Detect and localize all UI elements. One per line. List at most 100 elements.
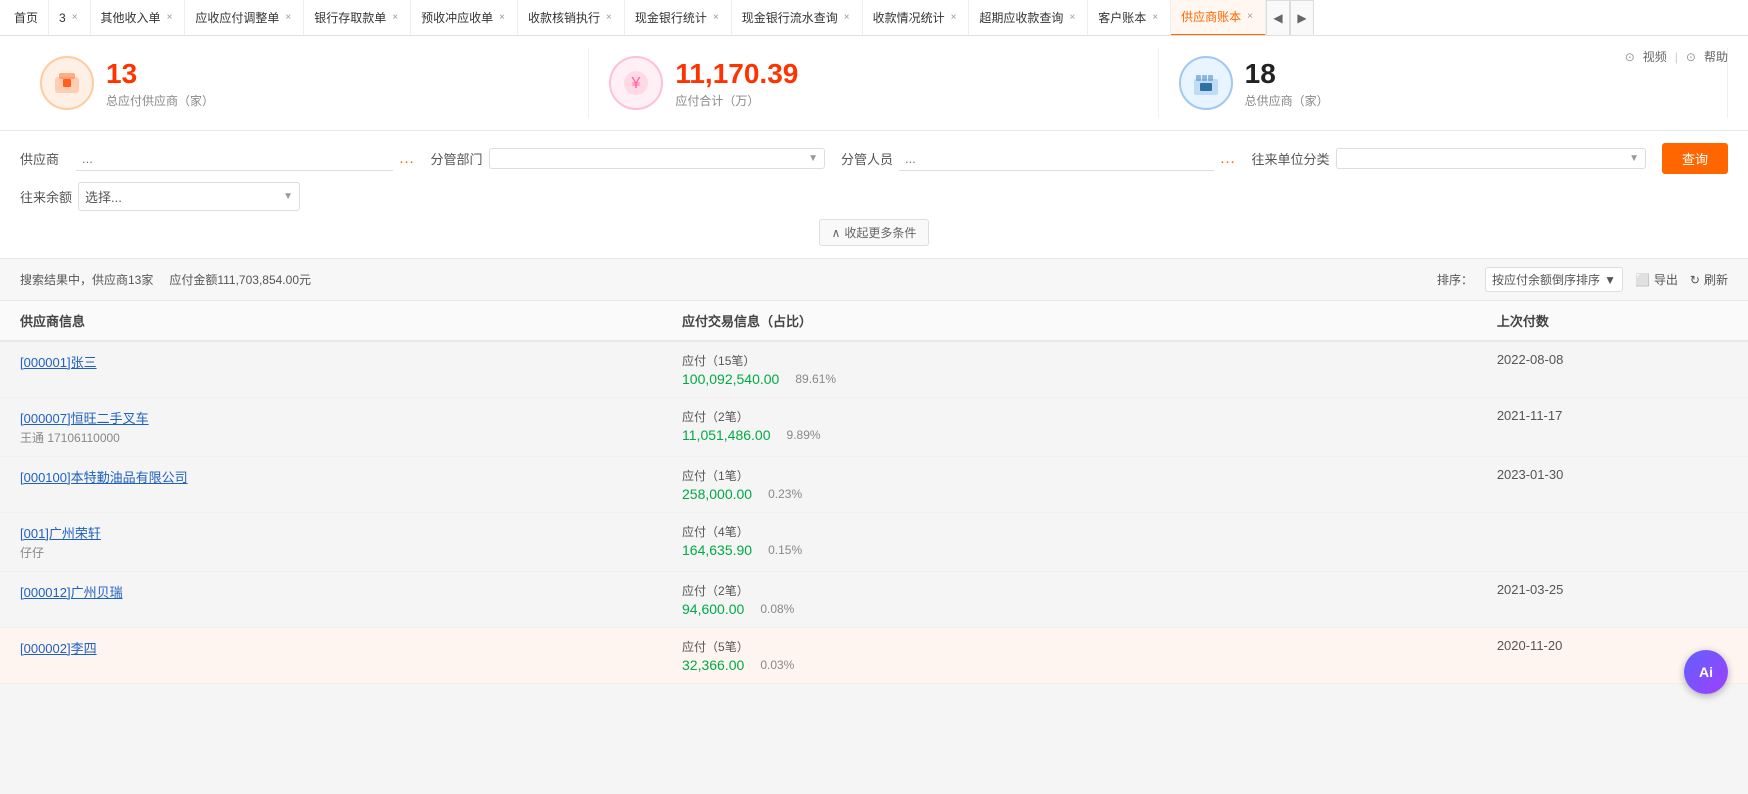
nav-tab-supplier-label: 供应商账本 bbox=[1181, 8, 1241, 25]
top-right-links: ⊙ 视频 | ⊙ 帮助 bbox=[1625, 48, 1728, 65]
nav-tab-advance[interactable]: 预收冲应收单 × bbox=[411, 0, 518, 36]
help-link[interactable]: 帮助 bbox=[1704, 48, 1728, 65]
filter-balance: 往来余额 选择... ▼ bbox=[20, 182, 300, 211]
close-bank-deposit[interactable]: × bbox=[390, 11, 400, 24]
sort-value: 按应付余额倒序排序 bbox=[1492, 271, 1600, 288]
nav-tab-bank-deposit[interactable]: 银行存取款单 × bbox=[304, 0, 411, 36]
supplier-link-row-000100[interactable]: [000100]本特勤油品有限公司 bbox=[20, 470, 188, 485]
table-row: [000100]本特勤油品有限公司应付（1笔）258,000.000.23%20… bbox=[0, 457, 1748, 513]
nav-tab-overdue-label: 超期应收款查询 bbox=[979, 9, 1063, 26]
supplier-info-cell: [000007]恒旺二手叉车王通 17106110000 bbox=[0, 398, 662, 457]
nav-right-arrow[interactable]: ▶ bbox=[1290, 0, 1314, 36]
nav-tab-other-income[interactable]: 其他收入单 × bbox=[91, 0, 186, 36]
nav-tab-supplier[interactable]: 供应商账本 × bbox=[1171, 0, 1266, 36]
filter-row-1: 供应商 … 分管部门 ▼ 分管人员 … 往来单位分类 bbox=[20, 143, 1728, 174]
ai-floating-button[interactable]: Ai bbox=[1684, 650, 1728, 694]
total-suppliers-icon bbox=[1179, 56, 1233, 110]
close-collection[interactable]: × bbox=[604, 11, 614, 24]
close-overdue[interactable]: × bbox=[1067, 11, 1077, 24]
total-suppliers-label: 总供应商（家） bbox=[1245, 92, 1329, 109]
nav-tab-collection-label: 收款核销执行 bbox=[528, 9, 600, 26]
ai-button-label: Ai bbox=[1699, 664, 1713, 680]
dept-label: 分管部门 bbox=[431, 149, 483, 168]
amount-value: 94,600.00 bbox=[682, 601, 744, 617]
nav-tab-3[interactable]: 3 × bbox=[49, 0, 91, 36]
nav-tab-ap-adjust[interactable]: 应收应付调整单 × bbox=[185, 0, 304, 36]
svg-text:¥: ¥ bbox=[631, 75, 641, 92]
filter-person: 分管人员 … bbox=[841, 147, 1236, 171]
last-payment-cell: 2021-03-25 bbox=[1477, 572, 1748, 628]
sort-arrow-icon: ▼ bbox=[1604, 273, 1616, 287]
close-cash-stat[interactable]: × bbox=[711, 11, 721, 24]
nav-tab-cash-stat[interactable]: 现金银行统计 × bbox=[625, 0, 732, 36]
close-advance[interactable]: × bbox=[497, 11, 507, 24]
filter-category: 往来单位分类 ▼ bbox=[1252, 148, 1647, 169]
amount-value: 32,366.00 bbox=[682, 657, 744, 673]
sort-select[interactable]: 按应付余额倒序排序 ▼ bbox=[1485, 267, 1623, 292]
refresh-button[interactable]: ↻ 刷新 bbox=[1690, 271, 1728, 288]
nav-tab-home[interactable]: 首页 bbox=[4, 0, 49, 36]
supplier-link-row-000002[interactable]: [000002]李四 bbox=[20, 641, 97, 656]
supplier-input[interactable] bbox=[76, 147, 393, 171]
supplier-link-row-000012[interactable]: [000012]广州贝瑞 bbox=[20, 585, 123, 600]
category-label: 往来单位分类 bbox=[1252, 149, 1330, 168]
close-ap-adjust[interactable]: × bbox=[283, 11, 293, 24]
ap-tx-cell: 应付（2笔）94,600.000.08% bbox=[662, 572, 1477, 628]
last-payment-cell: 2021-11-17 bbox=[1477, 398, 1748, 457]
last-payment-cell bbox=[1477, 513, 1748, 572]
supplier-link-row-001[interactable]: [001]广州荣轩 bbox=[20, 526, 101, 541]
nav-tab-bank-deposit-label: 银行存取款单 bbox=[314, 9, 386, 26]
amount-value: 11,051,486.00 bbox=[682, 427, 771, 443]
close-collection-stat[interactable]: × bbox=[949, 11, 959, 24]
supplier-link-row-000007[interactable]: [000007]恒旺二手叉车 bbox=[20, 411, 149, 426]
balance-select-value: 选择... bbox=[85, 187, 122, 206]
ap-tx-cell: 应付（4笔）164,635.900.15% bbox=[662, 513, 1477, 572]
dept-select[interactable]: ▼ bbox=[489, 148, 825, 169]
export-button[interactable]: ⬜ 导出 bbox=[1635, 271, 1678, 288]
nav-tab-advance-label: 预收冲应收单 bbox=[421, 9, 493, 26]
supplier-link-row-000001[interactable]: [000001]张三 bbox=[20, 355, 97, 370]
nav-tab-overdue[interactable]: 超期应收款查询 × bbox=[969, 0, 1088, 36]
category-select[interactable]: ▼ bbox=[1336, 148, 1646, 169]
table-row: [001]广州荣轩仔仔应付（4笔）164,635.900.15% bbox=[0, 513, 1748, 572]
person-label: 分管人员 bbox=[841, 149, 893, 168]
sort-label: 排序： bbox=[1437, 271, 1473, 288]
supplier-table: 供应商信息 应付交易信息（占比） 上次付数 [000001]张三应付（15笔）1… bbox=[0, 301, 1748, 684]
person-input[interactable] bbox=[899, 147, 1213, 171]
nav-tab-cash-flow[interactable]: 现金银行流水查询 × bbox=[732, 0, 863, 36]
close-cash-flow[interactable]: × bbox=[842, 11, 852, 24]
close-supplier[interactable]: × bbox=[1245, 10, 1255, 23]
supplier-info-cell: [000001]张三 bbox=[0, 341, 662, 398]
supplier-info-cell: [001]广州荣轩仔仔 bbox=[0, 513, 662, 572]
tx-count-label: 应付（5笔） bbox=[682, 638, 1457, 655]
filter-row-2: 往来余额 选择... ▼ bbox=[20, 182, 1728, 211]
person-more-btn[interactable]: … bbox=[1220, 150, 1236, 168]
nav-tab-cash-stat-label: 现金银行统计 bbox=[635, 9, 707, 26]
nav-tab-collection[interactable]: 收款核销执行 × bbox=[518, 0, 625, 36]
supplier-more-btn[interactable]: … bbox=[399, 150, 415, 168]
last-payment-cell: 2023-01-30 bbox=[1477, 457, 1748, 513]
video-link[interactable]: 视频 bbox=[1643, 48, 1667, 65]
balance-select[interactable]: 选择... ▼ bbox=[78, 182, 300, 211]
payable-suppliers-icon bbox=[40, 56, 94, 110]
collapse-chevron-icon: ∧ bbox=[832, 226, 841, 240]
table-row: [000007]恒旺二手叉车王通 17106110000应付（2笔）11,051… bbox=[0, 398, 1748, 457]
nav-tab-collection-stat[interactable]: 收款情况统计 × bbox=[863, 0, 970, 36]
payable-amount-label: 应付合计（万） bbox=[675, 92, 798, 109]
table-row: [000012]广州贝瑞 应付（2笔）94,600.000.08%2021-03-… bbox=[0, 572, 1748, 628]
close-tab-3[interactable]: × bbox=[70, 11, 80, 24]
nav-tab-customer[interactable]: 客户账本 × bbox=[1088, 0, 1171, 36]
th-ap-tx-info: 应付交易信息（占比） bbox=[662, 301, 1477, 341]
payable-amount-number: 11,170.39 bbox=[675, 57, 798, 91]
supplier-label: 供应商 bbox=[20, 149, 70, 168]
collapse-button[interactable]: ∧ 收起更多条件 bbox=[819, 219, 930, 246]
nav-left-arrow[interactable]: ◀ bbox=[1266, 0, 1290, 36]
tx-count-label: 应付（15笔） bbox=[682, 352, 1457, 369]
last-payment-cell: 2022-08-08 bbox=[1477, 341, 1748, 398]
stat-payable-amount: ¥ 11,170.39 应付合计（万） bbox=[589, 48, 1158, 118]
query-button[interactable]: 查询 bbox=[1662, 143, 1728, 174]
supplier-info-cell: [000100]本特勤油品有限公司 bbox=[0, 457, 662, 513]
close-other-income[interactable]: × bbox=[165, 11, 175, 24]
close-customer[interactable]: × bbox=[1150, 11, 1160, 24]
nav-tab-home-label: 首页 bbox=[14, 9, 38, 26]
